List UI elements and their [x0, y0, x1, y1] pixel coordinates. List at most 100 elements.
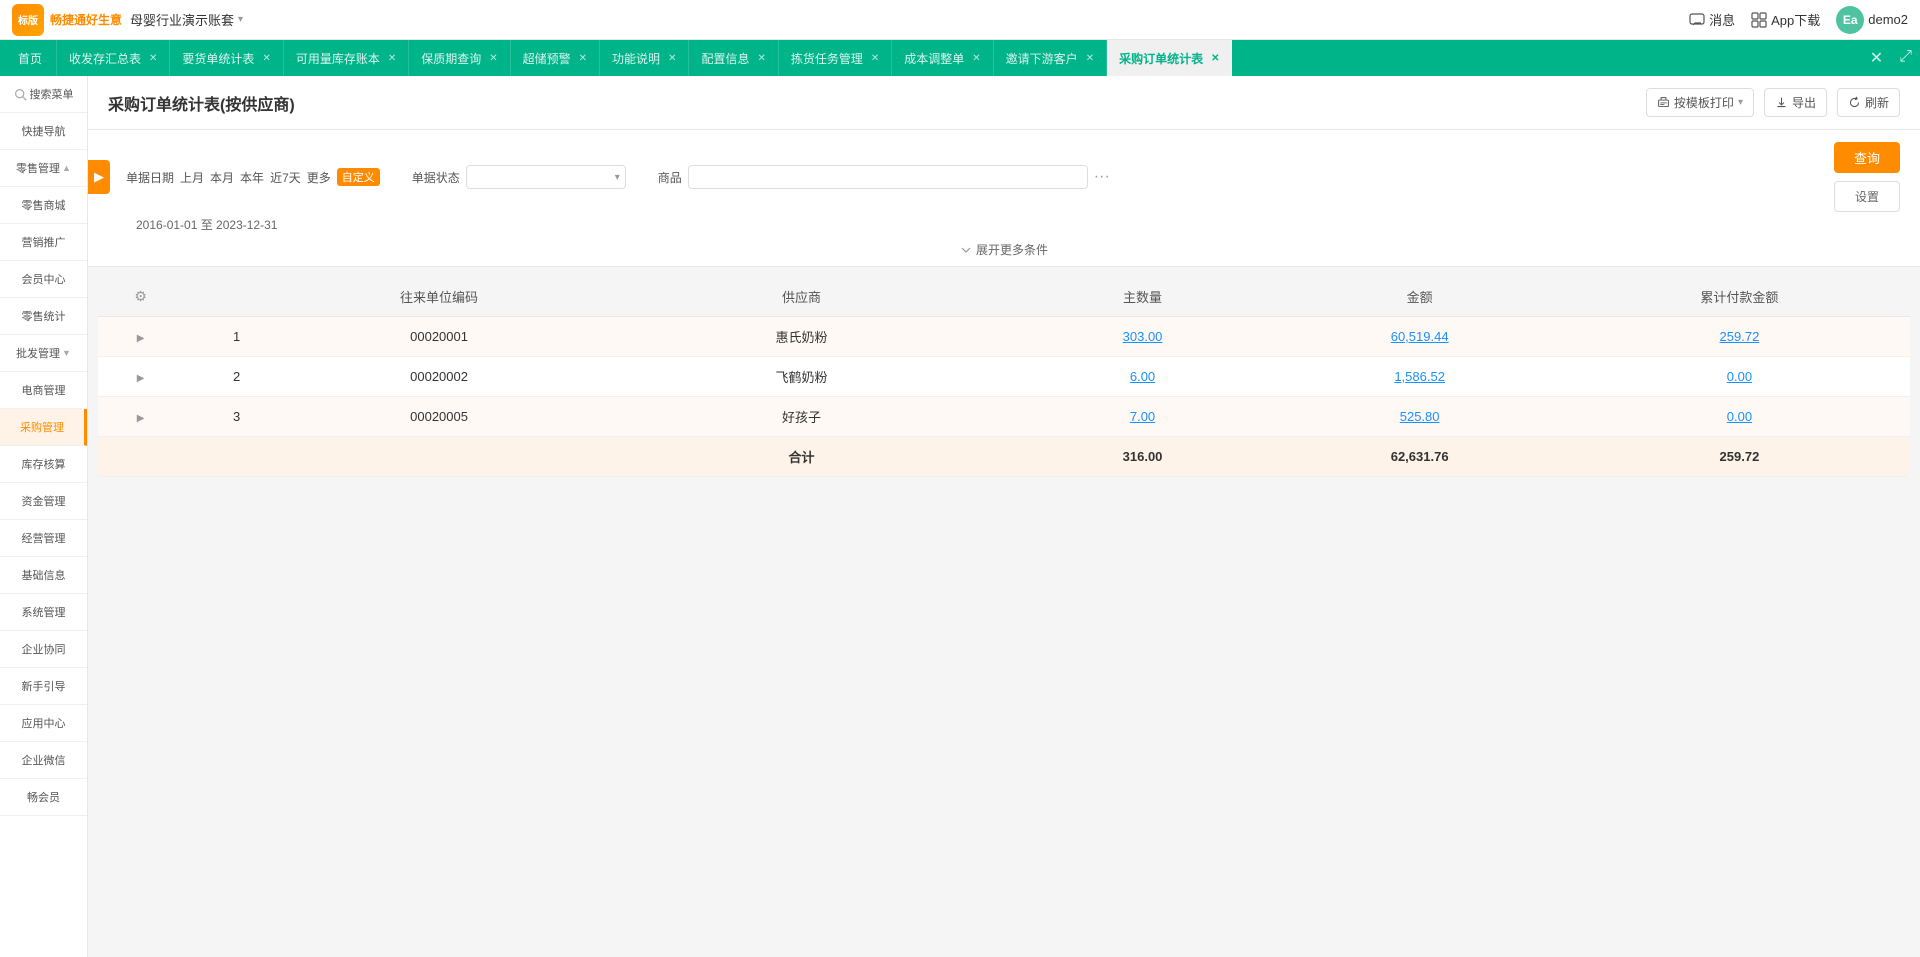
tab-available-stock[interactable]: 可用量库存账本 ✕ — [284, 40, 409, 76]
sidebar-item-retail-mgmt[interactable]: 零售管理 ▲ — [0, 150, 87, 187]
sidebar-item-marketing[interactable]: 营销推广 — [0, 224, 87, 261]
user-avatar-area[interactable]: Ea demo2 — [1836, 6, 1908, 34]
tab-invite-downstream[interactable]: 邀请下游客户 ✕ — [994, 40, 1107, 76]
sidebar-item-member-center[interactable]: 会员中心 — [0, 261, 87, 298]
close-tab-function-desc[interactable]: ✕ — [668, 53, 676, 64]
tab-function-desc[interactable]: 功能说明 ✕ — [600, 40, 689, 76]
main-layout: 搜索菜单 快捷导航 零售管理 ▲ 零售商城 营销推广 会员中心 零售统计 批发管… — [0, 76, 1920, 957]
query-button[interactable]: 查询 — [1834, 142, 1900, 173]
status-select[interactable] — [466, 165, 626, 189]
row3-seq: 3 — [183, 397, 290, 437]
close-tab-goods-summary[interactable]: ✕ — [262, 53, 270, 64]
date-shortcut-this-year[interactable]: 本年 — [240, 169, 264, 186]
date-shortcut-7days[interactable]: 近7天 — [270, 169, 301, 186]
tab-overstock-warning[interactable]: 超储预警 ✕ — [511, 40, 600, 76]
sidebar-item-enterprise-coop[interactable]: 企业协同 — [0, 631, 87, 668]
row2-paid[interactable]: 0.00 — [1569, 357, 1910, 397]
close-tab-picking-task[interactable]: ✕ — [871, 53, 879, 64]
row2-expand-icon[interactable]: ▶ — [137, 373, 145, 384]
sidebar-item-enterprise-wechat[interactable]: 企业微信 — [0, 742, 87, 779]
export-label: 导出 — [1792, 94, 1816, 111]
sidebar-item-ops-mgmt[interactable]: 经营管理 — [0, 520, 87, 557]
row1-expand[interactable]: ▶ — [98, 317, 183, 357]
close-tab-purchase-summary[interactable]: ✕ — [1211, 53, 1219, 64]
date-shortcut-more[interactable]: 更多 — [307, 169, 331, 186]
close-tab-cost-adjust[interactable]: ✕ — [972, 53, 980, 64]
row3-qty[interactable]: 7.00 — [1015, 397, 1271, 437]
row1-seq: 1 — [183, 317, 290, 357]
row3-expand[interactable]: ▶ — [98, 397, 183, 437]
row3-amount[interactable]: 525.80 — [1270, 397, 1568, 437]
sidebar-collapse-button[interactable]: ▶ — [88, 160, 110, 194]
close-tab-available-stock[interactable]: ✕ — [388, 53, 396, 64]
tab-picking-task[interactable]: 拣货任务管理 ✕ — [779, 40, 892, 76]
sidebar-item-app-center[interactable]: 应用中心 — [0, 705, 87, 742]
status-label: 单据状态 — [412, 169, 460, 186]
sidebar-marketing-label: 营销推广 — [22, 237, 66, 249]
refresh-button[interactable]: 刷新 — [1837, 88, 1900, 117]
tab-purchase-summary[interactable]: 采购订单统计表 ✕ — [1107, 40, 1232, 76]
goods-more-icon[interactable]: ··· — [1094, 168, 1110, 186]
th-qty: 主数量 — [1015, 277, 1271, 317]
tab-home[interactable]: 首页 — [4, 40, 57, 76]
search-icon — [14, 88, 27, 101]
sidebar-item-member[interactable]: 畅会员 — [0, 779, 87, 816]
sidebar-item-purchase-mgmt[interactable]: 采购管理 — [0, 409, 87, 446]
print-icon — [1657, 96, 1670, 109]
th-code: 往来单位编码 — [290, 277, 588, 317]
row1-expand-icon[interactable]: ▶ — [137, 333, 145, 344]
close-tab-overstock-warning[interactable]: ✕ — [579, 53, 587, 64]
settings-button[interactable]: 设置 — [1834, 181, 1900, 212]
close-tab-receive-summary[interactable]: ✕ — [149, 53, 157, 64]
logo-abbr: 标版 — [18, 12, 38, 27]
column-settings-icon[interactable]: ⚙ — [134, 288, 147, 304]
date-shortcut-last-month[interactable]: 上月 — [180, 169, 204, 186]
sidebar-item-ecom-mgmt[interactable]: 电商管理 — [0, 372, 87, 409]
row2-qty[interactable]: 6.00 — [1015, 357, 1271, 397]
close-tab-config-info[interactable]: ✕ — [757, 53, 765, 64]
workspace-selector[interactable]: 母婴行业演示账套 ▾ — [130, 10, 243, 29]
close-tab-expiry-query[interactable]: ✕ — [489, 53, 497, 64]
app-download-button[interactable]: App下载 — [1751, 10, 1820, 29]
message-icon — [1689, 12, 1705, 28]
sidebar-item-quick-nav[interactable]: 快捷导航 — [0, 113, 87, 150]
row2-expand[interactable]: ▶ — [98, 357, 183, 397]
goods-input[interactable] — [688, 165, 1088, 189]
sidebar-item-retail-stats[interactable]: 零售统计 — [0, 298, 87, 335]
row1-paid[interactable]: 259.72 — [1569, 317, 1910, 357]
expand-more-button[interactable]: 展开更多条件 — [960, 241, 1048, 258]
message-label: 消息 — [1709, 10, 1735, 29]
tab-cost-adjust[interactable]: 成本调整单 ✕ — [892, 40, 993, 76]
sidebar-item-inventory[interactable]: 库存核算 — [0, 446, 87, 483]
sidebar-item-capital-mgmt[interactable]: 资金管理 — [0, 483, 87, 520]
row3-paid[interactable]: 0.00 — [1569, 397, 1910, 437]
th-supplier: 供应商 — [588, 277, 1014, 317]
row3-expand-icon[interactable]: ▶ — [137, 413, 145, 424]
nav-close-all-button[interactable]: ✕ — [1866, 48, 1887, 68]
nav-restore-button[interactable]: ⤢ — [1895, 48, 1916, 68]
avatar: Ea — [1836, 6, 1864, 34]
sidebar-item-wholesale-mgmt[interactable]: 批发管理 ▼ — [0, 335, 87, 372]
template-print-button[interactable]: 按模板打印 ▾ — [1646, 88, 1754, 117]
app-download-icon — [1751, 12, 1767, 28]
sidebar-item-retail-store[interactable]: 零售商城 — [0, 187, 87, 224]
goods-label: 商品 — [658, 169, 682, 186]
close-tab-invite-downstream[interactable]: ✕ — [1086, 53, 1094, 64]
tab-receive-summary[interactable]: 收发存汇总表 ✕ — [57, 40, 170, 76]
sidebar-item-system-mgmt[interactable]: 系统管理 — [0, 594, 87, 631]
custom-date-badge[interactable]: 自定义 — [337, 168, 380, 186]
sidebar-item-search[interactable]: 搜索菜单 — [0, 76, 87, 113]
row2-amount[interactable]: 1,586.52 — [1270, 357, 1568, 397]
row1-amount[interactable]: 60,519.44 — [1270, 317, 1568, 357]
sidebar-item-new-guide[interactable]: 新手引导 — [0, 668, 87, 705]
export-button[interactable]: 导出 — [1764, 88, 1827, 117]
date-shortcut-this-month[interactable]: 本月 — [210, 169, 234, 186]
sidebar-enterprise-wechat-label: 企业微信 — [22, 755, 66, 767]
row1-qty[interactable]: 303.00 — [1015, 317, 1271, 357]
tab-goods-summary[interactable]: 要货单统计表 ✕ — [170, 40, 283, 76]
sidebar-item-basic-info[interactable]: 基础信息 — [0, 557, 87, 594]
tab-config-info[interactable]: 配置信息 ✕ — [689, 40, 778, 76]
tab-expiry-query[interactable]: 保质期查询 ✕ — [409, 40, 510, 76]
status-select-wrapper — [466, 165, 626, 189]
message-button[interactable]: 消息 — [1689, 10, 1735, 29]
